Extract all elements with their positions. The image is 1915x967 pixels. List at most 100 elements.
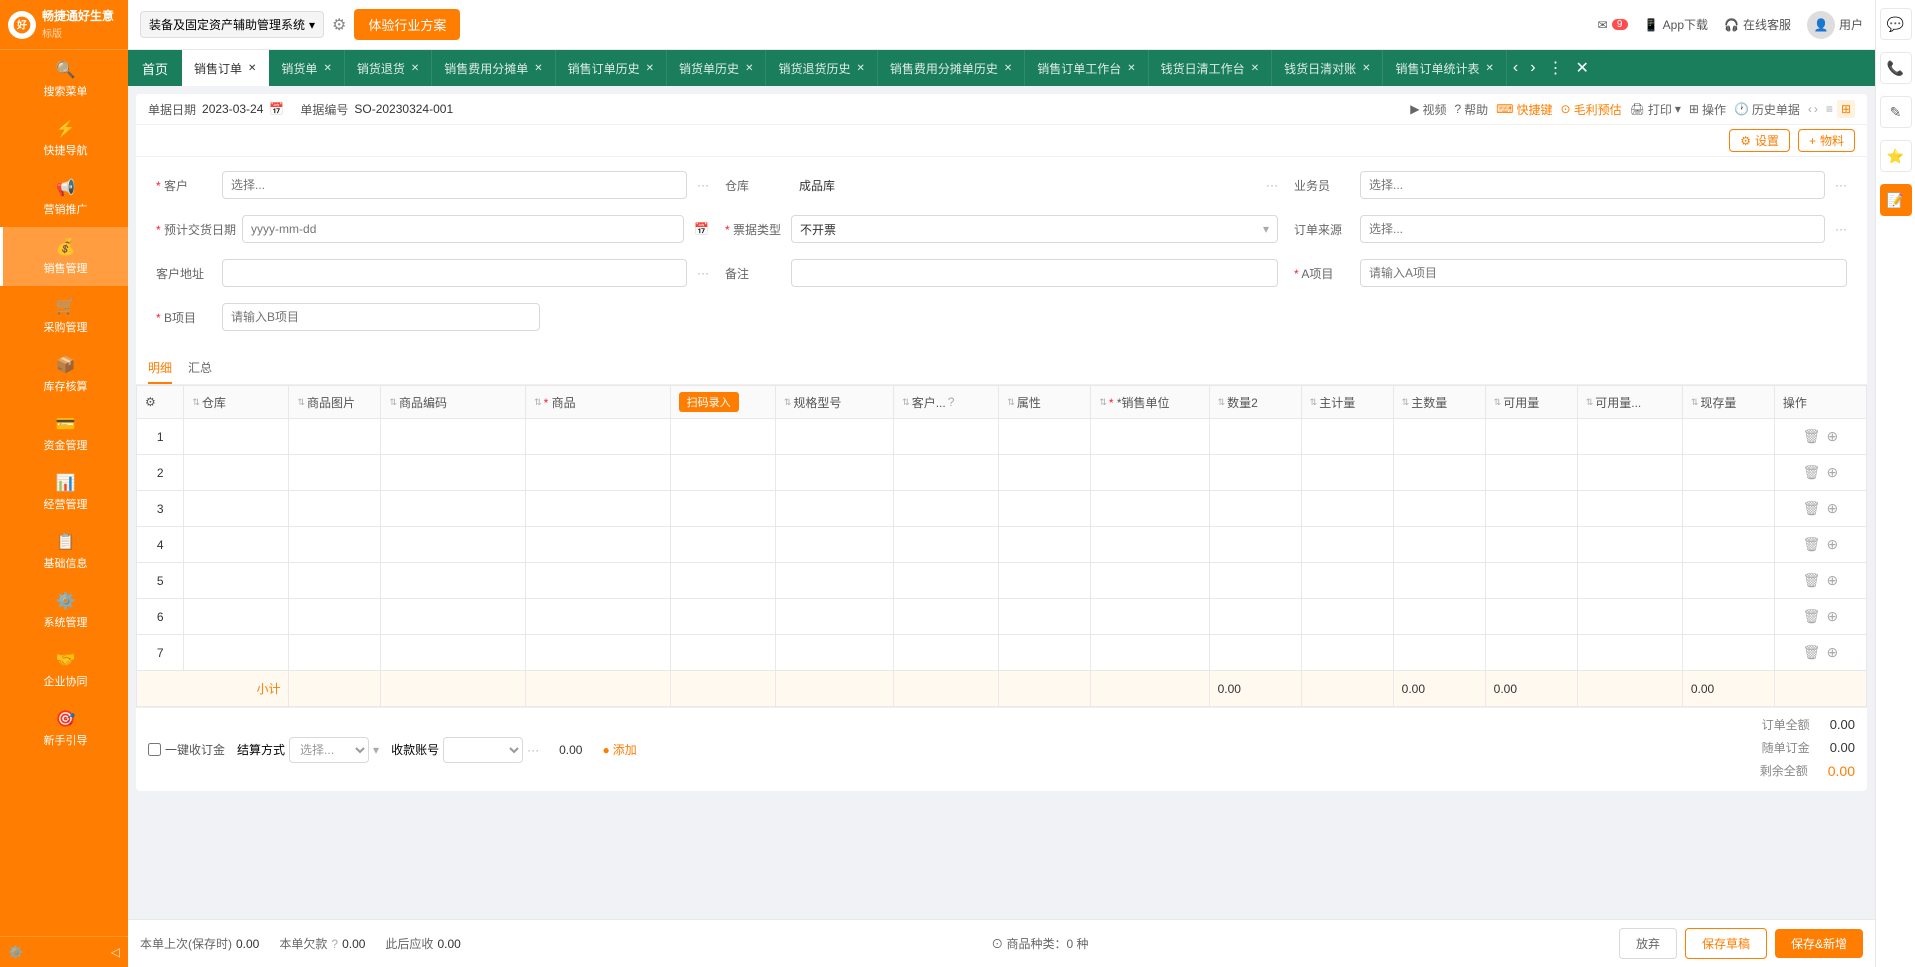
- row-1-main-unit[interactable]: [1301, 419, 1393, 455]
- tab-summary[interactable]: 汇总: [188, 353, 212, 384]
- copy-icon[interactable]: ⊕: [1826, 428, 1838, 445]
- tab-close-sales-order[interactable]: ✕: [248, 63, 256, 74]
- delete-icon[interactable]: 🗑: [1803, 536, 1821, 553]
- delete-icon[interactable]: 🗑: [1803, 464, 1821, 481]
- customer-input[interactable]: [222, 171, 687, 199]
- row-3-spec[interactable]: [775, 491, 893, 527]
- sidebar-item-purchase[interactable]: 🛒 采购管理: [0, 286, 128, 345]
- warehouse-more-icon[interactable]: ···: [1266, 178, 1278, 192]
- customer-more-icon[interactable]: ···: [697, 178, 709, 192]
- row-1-spec[interactable]: [775, 419, 893, 455]
- online-service-item[interactable]: 🎧 在线客服: [1724, 16, 1791, 33]
- row-1-code[interactable]: [381, 419, 526, 455]
- row-7-customer[interactable]: [894, 635, 999, 671]
- row-4-spec[interactable]: [775, 527, 893, 563]
- row-4-code[interactable]: [381, 527, 526, 563]
- tab-invoice-history[interactable]: 销货单历史 ✕: [667, 50, 766, 86]
- settings-icon[interactable]: ⚙: [332, 15, 346, 35]
- tab-close-invoice-history[interactable]: ✕: [745, 63, 753, 74]
- row-3-product[interactable]: [526, 491, 671, 527]
- tab-order-workbench[interactable]: 销售订单工作台 ✕: [1025, 50, 1148, 86]
- tab-close-invoice[interactable]: ✕: [323, 63, 331, 74]
- row-6-customer[interactable]: [894, 599, 999, 635]
- list-view-icon[interactable]: ≡: [1826, 102, 1833, 116]
- delete-icon[interactable]: 🗑: [1803, 644, 1821, 661]
- row-3-customer[interactable]: [894, 491, 999, 527]
- copy-icon[interactable]: ⊕: [1826, 644, 1838, 661]
- copy-icon[interactable]: ⊕: [1826, 572, 1838, 589]
- delete-icon[interactable]: 🗑: [1803, 428, 1821, 445]
- row-2-warehouse[interactable]: [184, 455, 289, 491]
- user-item[interactable]: 👤 用户: [1807, 11, 1863, 39]
- sidebar-item-sales[interactable]: 💰 销售管理: [0, 227, 128, 286]
- row-4-customer[interactable]: [894, 527, 999, 563]
- delete-icon[interactable]: 🗑: [1803, 572, 1821, 589]
- tab-prev-btn[interactable]: ‹: [1507, 50, 1524, 86]
- row-3-main-qty[interactable]: [1393, 491, 1485, 527]
- tab-reconcile[interactable]: 钱货日清对账 ✕: [1272, 50, 1383, 86]
- app-selector[interactable]: 装备及固定资产辅助管理系统 ▾: [140, 11, 324, 38]
- tab-close-all-btn[interactable]: ✕: [1570, 50, 1595, 86]
- right-panel-btn-5[interactable]: 📝: [1880, 184, 1912, 216]
- save-new-button[interactable]: 保存&新增: [1775, 929, 1863, 958]
- tab-invoice[interactable]: 销货单 ✕: [269, 50, 344, 86]
- settings-col-icon[interactable]: ⚙: [145, 395, 156, 409]
- one-key-checkbox-label[interactable]: 一键收订金: [148, 741, 225, 758]
- sidebar-item-nav[interactable]: ⚡ 快捷导航: [0, 109, 128, 168]
- tab-more-btn[interactable]: ⋮: [1542, 50, 1570, 86]
- row-6-warehouse[interactable]: [184, 599, 289, 635]
- row-5-code[interactable]: [381, 563, 526, 599]
- staff-input[interactable]: [1360, 171, 1825, 199]
- tab-close-return[interactable]: ✕: [411, 63, 419, 74]
- tab-next-btn[interactable]: ›: [1524, 50, 1541, 86]
- row-4-main-unit[interactable]: [1301, 527, 1393, 563]
- tab-close-fee-history[interactable]: ✕: [1004, 63, 1012, 74]
- delivery-input[interactable]: [242, 215, 684, 243]
- row-7-main-unit[interactable]: [1301, 635, 1393, 671]
- row-6-code[interactable]: [381, 599, 526, 635]
- row-1-warehouse[interactable]: [184, 419, 289, 455]
- add-payment-button[interactable]: ● 添加: [602, 741, 636, 758]
- help-action[interactable]: ? 帮助: [1454, 101, 1488, 118]
- row-5-main-qty[interactable]: [1393, 563, 1485, 599]
- row-1-qty2[interactable]: [1209, 419, 1301, 455]
- row-3-qty2[interactable]: [1209, 491, 1301, 527]
- account-more-icon[interactable]: ···: [527, 743, 539, 757]
- row-3-attr[interactable]: [999, 491, 1091, 527]
- tab-home[interactable]: 首页: [128, 50, 182, 86]
- row-7-code[interactable]: [381, 635, 526, 671]
- scan-button[interactable]: 扫码录入: [679, 392, 739, 412]
- row-5-product[interactable]: [526, 563, 671, 599]
- sidebar-item-inventory[interactable]: 📦 库存核算: [0, 345, 128, 404]
- tab-close-cash-workbench[interactable]: ✕: [1251, 63, 1259, 74]
- row-7-attr[interactable]: [999, 635, 1091, 671]
- project-a-input[interactable]: [1360, 259, 1847, 287]
- row-5-warehouse[interactable]: [184, 563, 289, 599]
- right-panel-btn-2[interactable]: 📞: [1880, 52, 1912, 84]
- app-download-item[interactable]: 📱 App下载: [1644, 16, 1708, 33]
- tab-return[interactable]: 销货退货 ✕: [345, 50, 432, 86]
- sidebar-item-search[interactable]: 🔍 搜索菜单: [0, 50, 128, 109]
- row-6-attr[interactable]: [999, 599, 1091, 635]
- view-action[interactable]: ▶ 视频: [1410, 101, 1446, 118]
- order-source-input[interactable]: [1360, 215, 1825, 243]
- order-source-more-icon[interactable]: ···: [1835, 222, 1847, 236]
- row-3-warehouse[interactable]: [184, 491, 289, 527]
- right-panel-btn-4[interactable]: ⭐: [1880, 140, 1912, 172]
- row-5-qty2[interactable]: [1209, 563, 1301, 599]
- tab-stats[interactable]: 销售订单统计表 ✕: [1383, 50, 1506, 86]
- operation-action[interactable]: ⊞ 操作: [1689, 101, 1726, 118]
- row-5-main-unit[interactable]: [1301, 563, 1393, 599]
- next-record-btn[interactable]: ›: [1814, 102, 1818, 116]
- row-1-customer[interactable]: [894, 419, 999, 455]
- sidebar-item-finance[interactable]: 💳 资金管理: [0, 404, 128, 463]
- sidebar-item-ops[interactable]: 📊 经营管理: [0, 463, 128, 522]
- delete-icon[interactable]: 🗑: [1803, 500, 1821, 517]
- prev-record-btn[interactable]: ‹: [1808, 102, 1812, 116]
- row-1-unit[interactable]: [1091, 419, 1209, 455]
- row-3-code[interactable]: [381, 491, 526, 527]
- sidebar-item-base[interactable]: 📋 基础信息: [0, 522, 128, 581]
- row-7-main-qty[interactable]: [1393, 635, 1485, 671]
- row-4-product[interactable]: [526, 527, 671, 563]
- tab-close-fee-split[interactable]: ✕: [534, 63, 542, 74]
